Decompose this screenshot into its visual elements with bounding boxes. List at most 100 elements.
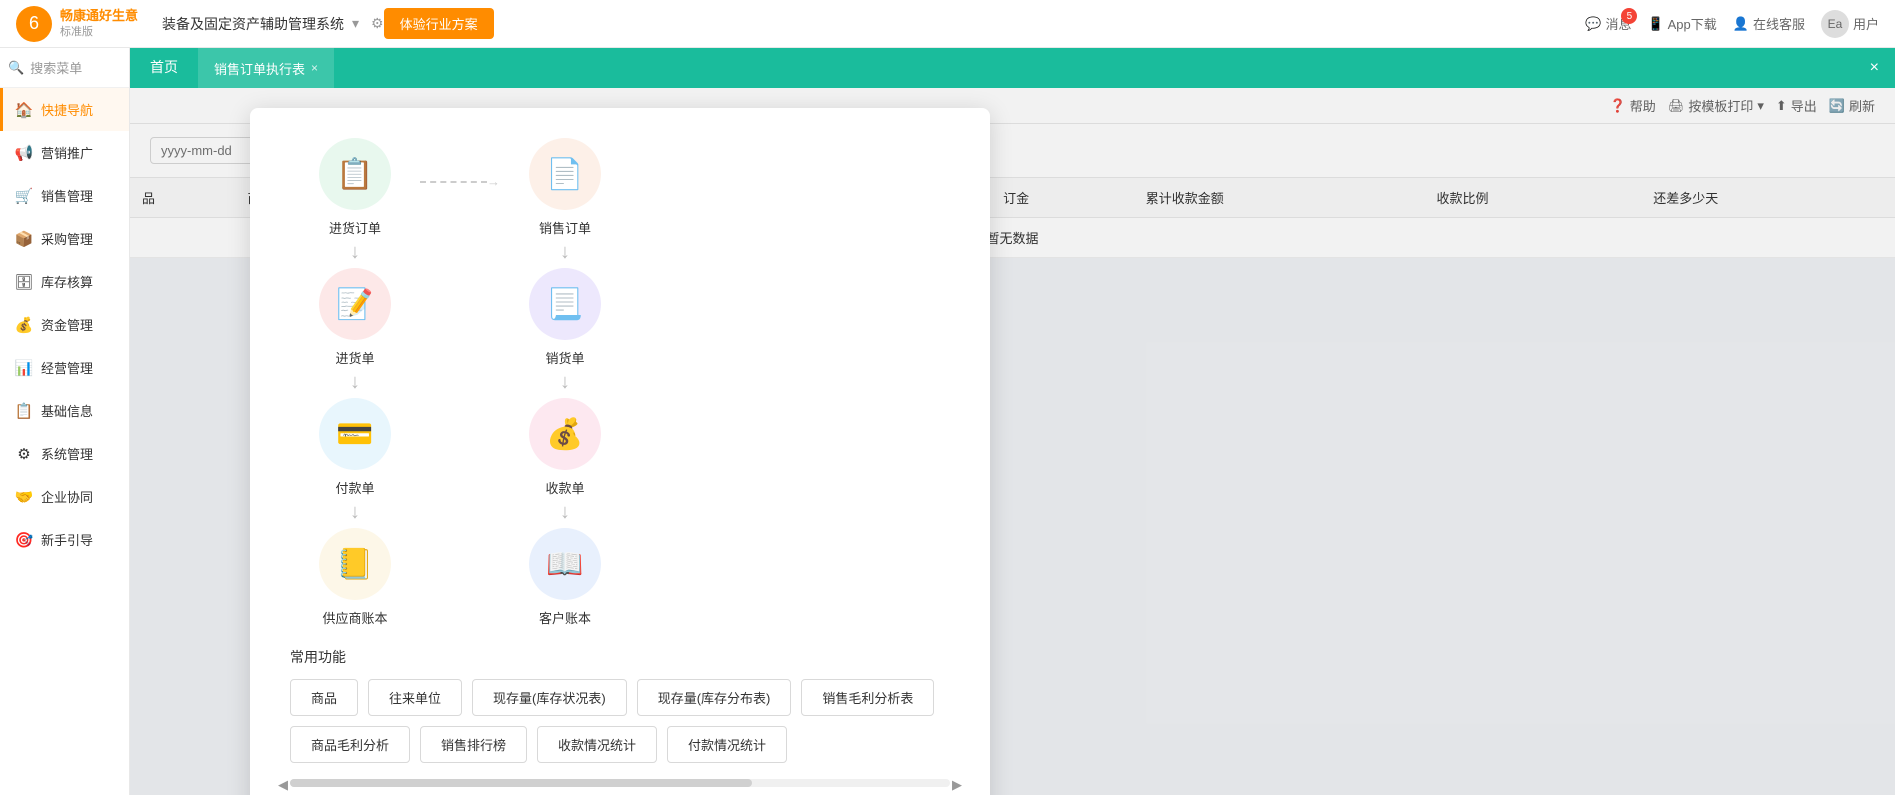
payment-icon: 💳: [336, 417, 373, 452]
system-dropdown-icon[interactable]: ▾: [352, 15, 359, 32]
node-customer-ledger[interactable]: 📖 客户账本: [500, 528, 630, 627]
tab-sales-order[interactable]: 销售订单执行表 ×: [198, 48, 334, 88]
common-functions: 常用功能 商品往来单位现存量(库存状况表)现存量(库存分布表)销售毛利分析表商品…: [290, 647, 950, 763]
func-buttons-row: 商品往来单位现存量(库存状况表) 现存量(库存分布表)销售毛利分析表商品毛利分析销…: [290, 679, 950, 763]
sidebar-item-purchase[interactable]: 📦 采购管理: [0, 217, 129, 260]
tab-home[interactable]: 首页: [130, 48, 198, 88]
purchase-bill-label: 进货单: [335, 348, 374, 367]
func-btn-5[interactable]: 商品毛利分析: [290, 726, 410, 763]
sales-order-label: 销售订单: [539, 218, 591, 237]
arrow-down-4: ↓: [529, 241, 601, 264]
popup-scrollbar[interactable]: [290, 779, 950, 787]
app-download-btn[interactable]: 📱 App下载: [1647, 14, 1716, 33]
sales-bill-icon: 📃: [546, 287, 583, 322]
purchase-order-circle: 📋: [319, 138, 391, 210]
func-btn-3[interactable]: 现存量(库存分布表): [637, 679, 792, 716]
messages-btn[interactable]: 💬 消息 5: [1585, 14, 1631, 33]
node-purchase-order[interactable]: 📋 进货订单: [290, 138, 420, 237]
node-purchase-bill[interactable]: 📝 进货单: [290, 268, 420, 367]
online-service-btn[interactable]: 👤 在线客服: [1733, 14, 1805, 33]
supplier-ledger-circle: 📒: [319, 528, 391, 600]
receipt-label: 收款单: [545, 478, 584, 497]
func-btn-4[interactable]: 销售毛利分析表: [801, 679, 934, 716]
purchase-icon: 📦: [15, 230, 33, 248]
func-btn-8[interactable]: 付款情况统计: [667, 726, 787, 763]
arrow-down-2: ↓: [319, 371, 391, 394]
user-avatar: Ea: [1821, 10, 1849, 38]
search-icon: 🔍: [8, 60, 24, 76]
tab-close-btn[interactable]: ×: [311, 61, 318, 75]
purchase-bill-circle: 📝: [319, 268, 391, 340]
func-btn-2[interactable]: 现存量(库存状况表): [472, 679, 627, 716]
purchase-order-label: 进货订单: [329, 218, 381, 237]
main-area: 🔍 搜索菜单 🏠 快捷导航 📢 营销推广 🛒 销售管理 📦 采购管理: [0, 48, 1895, 795]
sidebar: 🔍 搜索菜单 🏠 快捷导航 📢 营销推广 🛒 销售管理 📦 采购管理: [0, 48, 130, 795]
logo-icon: 6: [16, 6, 52, 42]
main-content: ❓ 帮助 🖨 按模板打印 ▾ ⬆ 导出 🔄: [130, 88, 1895, 795]
arrow-down-6: ↓: [529, 501, 601, 524]
search-inner[interactable]: 🔍 搜索菜单: [8, 58, 121, 77]
func-btn-1[interactable]: 往来单位: [368, 679, 462, 716]
popup-box: 📋 进货订单 ↓ 📝 进货单: [250, 108, 990, 795]
experience-btn[interactable]: 体验行业方案: [384, 8, 494, 39]
top-bar: 6 畅康通好生意 标准版 装备及固定资产辅助管理系统 ▾ ⚙ 体验行业方案 💬 …: [0, 0, 1895, 48]
inventory-icon: 🗄: [15, 273, 33, 291]
scroll-left-arrow[interactable]: ◀: [278, 777, 288, 793]
user-area[interactable]: Ea 用户: [1821, 10, 1879, 38]
sidebar-item-marketing[interactable]: 📢 营销推广: [0, 131, 129, 174]
sidebar-item-inventory[interactable]: 🗄 库存核算: [0, 260, 129, 303]
node-sales-order[interactable]: 📄 销售订单: [500, 138, 630, 237]
customer-ledger-icon: 📖: [546, 547, 583, 582]
customer-ledger-circle: 📖: [529, 528, 601, 600]
system-name-text: 装备及固定资产辅助管理系统: [162, 14, 344, 34]
popup-scrollbar-thumb[interactable]: [290, 779, 752, 787]
sidebar-search[interactable]: 🔍 搜索菜单: [0, 48, 129, 88]
operations-icon: 📊: [15, 359, 33, 377]
sidebar-item-operations[interactable]: 📊 经营管理: [0, 346, 129, 389]
mid-arrows: →: [420, 138, 500, 189]
logo-text: 畅康通好生意 标准版: [60, 8, 138, 39]
flow-diagram: 📋 进货订单 ↓ 📝 进货单: [290, 138, 950, 627]
node-supplier-ledger[interactable]: 📒 供应商账本: [290, 528, 420, 627]
sales-order-icon: 📄: [546, 157, 583, 192]
popup-overlay: 📋 进货订单 ↓ 📝 进货单: [130, 88, 1895, 795]
newbie-icon: 🎯: [15, 531, 33, 549]
sidebar-item-quick-nav[interactable]: 🏠 快捷导航: [0, 88, 129, 131]
func-btn-7[interactable]: 收款情况统计: [537, 726, 657, 763]
content-area: 首页 销售订单执行表 × × ❓ 帮助 �: [130, 48, 1895, 795]
node-sales-bill[interactable]: 📃 销货单: [500, 268, 630, 367]
finance-icon: 💰: [15, 316, 33, 334]
supplier-ledger-icon: 📒: [336, 547, 373, 582]
system-name-area: 装备及固定资产辅助管理系统 ▾ ⚙: [162, 14, 384, 34]
sidebar-item-finance[interactable]: 💰 资金管理: [0, 303, 129, 346]
sidebar-item-newbie[interactable]: 🎯 新手引导: [0, 518, 129, 561]
quick-nav-icon: 🏠: [15, 101, 33, 119]
scroll-right-arrow[interactable]: ▶: [952, 777, 962, 793]
sidebar-item-sales[interactable]: 🛒 销售管理: [0, 174, 129, 217]
logo-area: 6 畅康通好生意 标准版: [16, 6, 146, 42]
func-btn-0[interactable]: 商品: [290, 679, 358, 716]
payment-label: 付款单: [335, 478, 374, 497]
node-receipt[interactable]: 💰 收款单: [500, 398, 630, 497]
window-close-btn[interactable]: ×: [1854, 51, 1895, 85]
service-icon: 👤: [1733, 16, 1749, 32]
func-btn-6[interactable]: 销售排行榜: [420, 726, 527, 763]
brand-subtitle: 标准版: [60, 25, 138, 39]
sales-bill-label: 销货单: [545, 348, 584, 367]
sidebar-item-basic-info[interactable]: 📋 基础信息: [0, 389, 129, 432]
sidebar-item-enterprise[interactable]: 🤝 企业协同: [0, 475, 129, 518]
basic-info-icon: 📋: [15, 402, 33, 420]
tab-bar: 首页 销售订单执行表 × ×: [130, 48, 1895, 88]
node-payment[interactable]: 💳 付款单: [290, 398, 420, 497]
receipt-circle: 💰: [529, 398, 601, 470]
sidebar-item-system[interactable]: ⚙ 系统管理: [0, 432, 129, 475]
enterprise-icon: 🤝: [15, 488, 33, 506]
settings-icon[interactable]: ⚙: [371, 15, 384, 32]
arrow-down-3: ↓: [319, 501, 391, 524]
right-flow-col: 📄 销售订单 ↓ 📃 销货单: [500, 138, 630, 627]
arrow-down-5: ↓: [529, 371, 601, 394]
purchase-order-icon: 📋: [336, 157, 373, 192]
payment-circle: 💳: [319, 398, 391, 470]
sales-icon: 🛒: [15, 187, 33, 205]
system-icon: ⚙: [15, 445, 33, 463]
